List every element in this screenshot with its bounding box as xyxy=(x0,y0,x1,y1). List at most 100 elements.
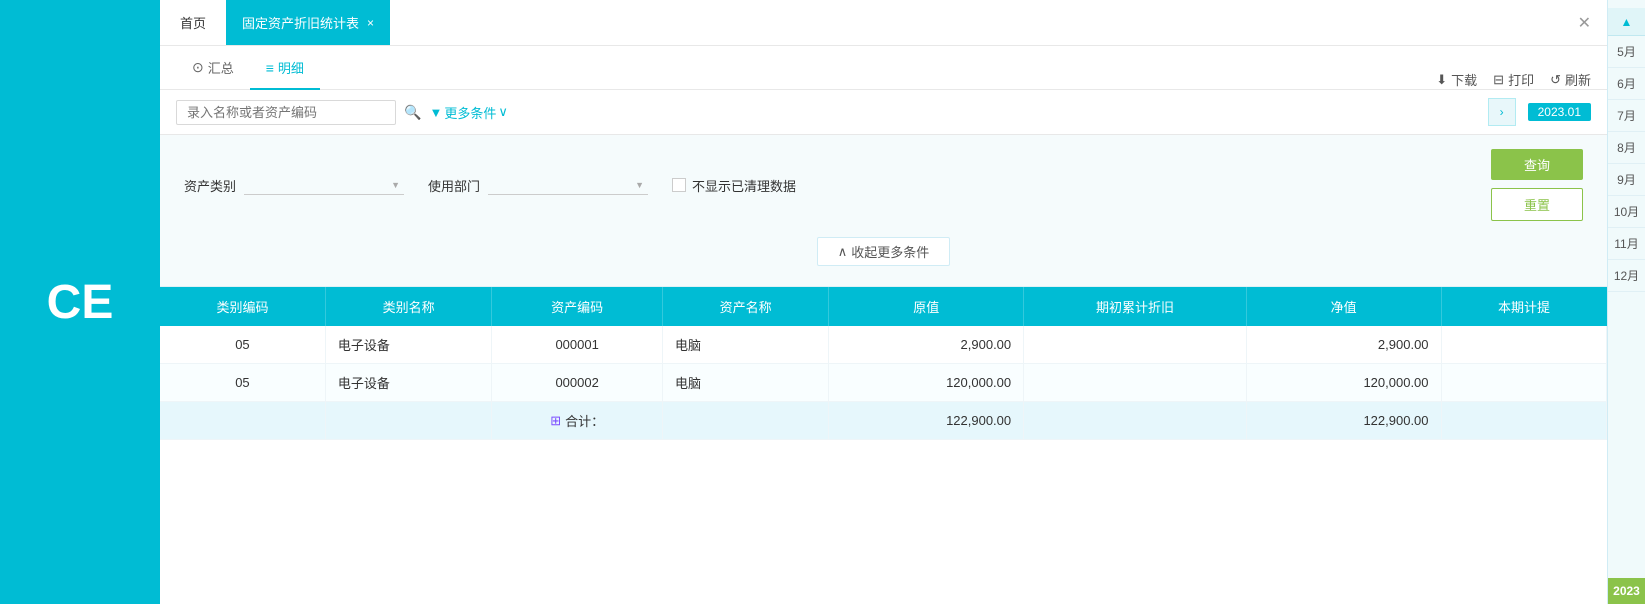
cell-category-code: 05 xyxy=(160,364,325,402)
total-original-value: 122,900.00 xyxy=(829,402,1024,440)
cell-asset-code: 000002 xyxy=(492,364,663,402)
filter-field-department: 使用部门 xyxy=(428,175,648,195)
print-button[interactable]: ⊟ 打印 xyxy=(1493,70,1534,89)
asset-category-label: 资产类别 xyxy=(184,176,236,195)
hide-cleared-field: 不显示已清理数据 xyxy=(672,176,796,195)
total-net-value: 122,900.00 xyxy=(1246,402,1441,440)
cell-accumulated-depreciation xyxy=(1024,364,1247,402)
total-current-depreciation xyxy=(1441,402,1606,440)
download-icon: ⬇ xyxy=(1436,72,1447,88)
month-item[interactable]: 8月 xyxy=(1608,132,1645,164)
col-asset-name: 资产名称 xyxy=(662,287,828,326)
month-item[interactable]: 7月 xyxy=(1608,100,1645,132)
month-item[interactable]: 6月 xyxy=(1608,68,1645,100)
col-accumulated-depreciation: 期初累计折旧 xyxy=(1024,287,1247,326)
total-label-cell: ⊞ 合计： xyxy=(492,402,663,440)
cell-accumulated-depreciation xyxy=(1024,326,1247,364)
month-item[interactable]: 12月 xyxy=(1608,260,1645,292)
cell-net-value: 120,000.00 xyxy=(1246,364,1441,402)
refresh-label: 刷新 xyxy=(1565,70,1591,89)
print-icon: ⊟ xyxy=(1493,72,1504,88)
tab-summary[interactable]: ⊙ 汇总 xyxy=(176,47,250,90)
right-sidebar: ▲ 5月6月7月8月9月10月11月12月 2023 xyxy=(1607,0,1645,604)
close-tab-button[interactable]: × xyxy=(367,16,374,30)
use-department-select-wrap xyxy=(488,175,648,195)
cell-net-value: 2,900.00 xyxy=(1246,326,1441,364)
date-chip: 2023.01 xyxy=(1528,103,1591,121)
month-item[interactable]: 9月 xyxy=(1608,164,1645,196)
total-icon: ⊞ xyxy=(550,413,561,429)
filter-arrow-button[interactable]: › xyxy=(1488,98,1516,126)
filter-bar: 🔍 ▼ 更多条件 ∨ › 2023.01 xyxy=(160,90,1607,135)
tab-detail[interactable]: ≡ 明细 xyxy=(250,47,320,90)
month-list: 5月6月7月8月9月10月11月12月 xyxy=(1608,36,1645,292)
filter-field-category: 资产类别 xyxy=(184,175,404,195)
download-button[interactable]: ⬇ 下载 xyxy=(1436,70,1477,89)
search-icon[interactable]: 🔍 xyxy=(404,104,421,121)
toolbar-right: ⬇ 下载 ⊟ 打印 ↺ 刷新 xyxy=(1436,70,1591,89)
main-content: 首页 固定资产折旧统计表 × ✕ ⊙ 汇总 ≡ 明细 ⬇ 下载 ⊟ 打印 ↺ xyxy=(160,0,1607,604)
close-window-button[interactable]: ✕ xyxy=(1578,13,1591,33)
assets-table: 类别编码 类别名称 资产编码 资产名称 原值 期初累计折旧 净值 本期计提 05… xyxy=(160,287,1607,440)
cell-category-name: 电子设备 xyxy=(325,326,491,364)
more-conditions-label: 更多条件 xyxy=(444,103,496,122)
use-department-label: 使用部门 xyxy=(428,176,480,195)
hide-cleared-checkbox[interactable] xyxy=(672,178,686,192)
nav-home[interactable]: 首页 xyxy=(160,0,226,45)
total-label-text: 合计： xyxy=(565,411,604,430)
total-row: ⊞ 合计： 122,900.00 122,900.00 xyxy=(160,402,1607,440)
month-item[interactable]: 5月 xyxy=(1608,36,1645,68)
table-row: 05 电子设备 000002 电脑 120,000.00 120,000.00 xyxy=(160,364,1607,402)
summary-icon: ⊙ xyxy=(192,59,204,76)
col-category-code: 类别编码 xyxy=(160,287,325,326)
total-cell-empty2 xyxy=(325,402,491,440)
sub-tabs-bar: ⊙ 汇总 ≡ 明细 ⬇ 下载 ⊟ 打印 ↺ 刷新 xyxy=(160,46,1607,90)
total-cell-empty1 xyxy=(160,402,325,440)
refresh-button[interactable]: ↺ 刷新 xyxy=(1550,70,1591,89)
logo-area: CE xyxy=(0,0,160,604)
detail-icon: ≡ xyxy=(266,60,274,76)
filter-icon: ▼ xyxy=(429,105,442,120)
cell-current-depreciation xyxy=(1441,326,1606,364)
collapse-label: 收起更多条件 xyxy=(851,242,929,261)
query-button[interactable]: 查询 xyxy=(1491,149,1583,180)
col-net-value: 净值 xyxy=(1246,287,1441,326)
collapse-button[interactable]: ∧ 收起更多条件 xyxy=(817,237,951,266)
logo-text: CE xyxy=(47,275,114,330)
total-accumulated-depreciation xyxy=(1024,402,1247,440)
table-row: 05 电子设备 000001 电脑 2,900.00 2,900.00 xyxy=(160,326,1607,364)
table-wrap: 类别编码 类别名称 资产编码 资产名称 原值 期初累计折旧 净值 本期计提 05… xyxy=(160,287,1607,604)
nav-tab-active[interactable]: 固定资产折旧统计表 × xyxy=(226,0,390,45)
chevron-down-icon: ∨ xyxy=(498,104,508,120)
col-asset-code: 资产编码 xyxy=(492,287,663,326)
cell-current-depreciation xyxy=(1441,364,1606,402)
filter-row-1: 资产类别 使用部门 不显示已清理数据 xyxy=(184,149,1583,221)
nav-tab-label: 固定资产折旧统计表 xyxy=(242,13,359,32)
asset-category-select[interactable] xyxy=(244,175,404,195)
print-label: 打印 xyxy=(1508,70,1534,89)
month-item[interactable]: 10月 xyxy=(1608,196,1645,228)
chevron-up-icon: ∧ xyxy=(838,244,848,260)
tab-detail-label: 明细 xyxy=(278,58,304,77)
advanced-filter: 资产类别 使用部门 不显示已清理数据 xyxy=(160,135,1607,287)
refresh-icon: ↺ xyxy=(1550,72,1561,88)
sidebar-scroll-up[interactable]: ▲ xyxy=(1608,8,1645,36)
cell-original-value: 120,000.00 xyxy=(829,364,1024,402)
col-current-depreciation: 本期计提 xyxy=(1441,287,1606,326)
total-cell-empty3 xyxy=(662,402,828,440)
hide-cleared-label: 不显示已清理数据 xyxy=(692,176,796,195)
col-original-value: 原值 xyxy=(829,287,1024,326)
year-badge: 2023 xyxy=(1608,578,1645,604)
cell-asset-code: 000001 xyxy=(492,326,663,364)
reset-button[interactable]: 重置 xyxy=(1491,188,1583,221)
search-input[interactable] xyxy=(176,100,396,125)
top-nav: 首页 固定资产折旧统计表 × ✕ xyxy=(160,0,1607,46)
table-header-row: 类别编码 类别名称 资产编码 资产名称 原值 期初累计折旧 净值 本期计提 xyxy=(160,287,1607,326)
tab-summary-label: 汇总 xyxy=(208,58,234,77)
asset-category-select-wrap xyxy=(244,175,404,195)
download-label: 下载 xyxy=(1451,70,1477,89)
month-item[interactable]: 11月 xyxy=(1608,228,1645,260)
cell-category-code: 05 xyxy=(160,326,325,364)
use-department-select[interactable] xyxy=(488,175,648,195)
more-conditions-button[interactable]: ▼ 更多条件 ∨ xyxy=(429,103,507,122)
